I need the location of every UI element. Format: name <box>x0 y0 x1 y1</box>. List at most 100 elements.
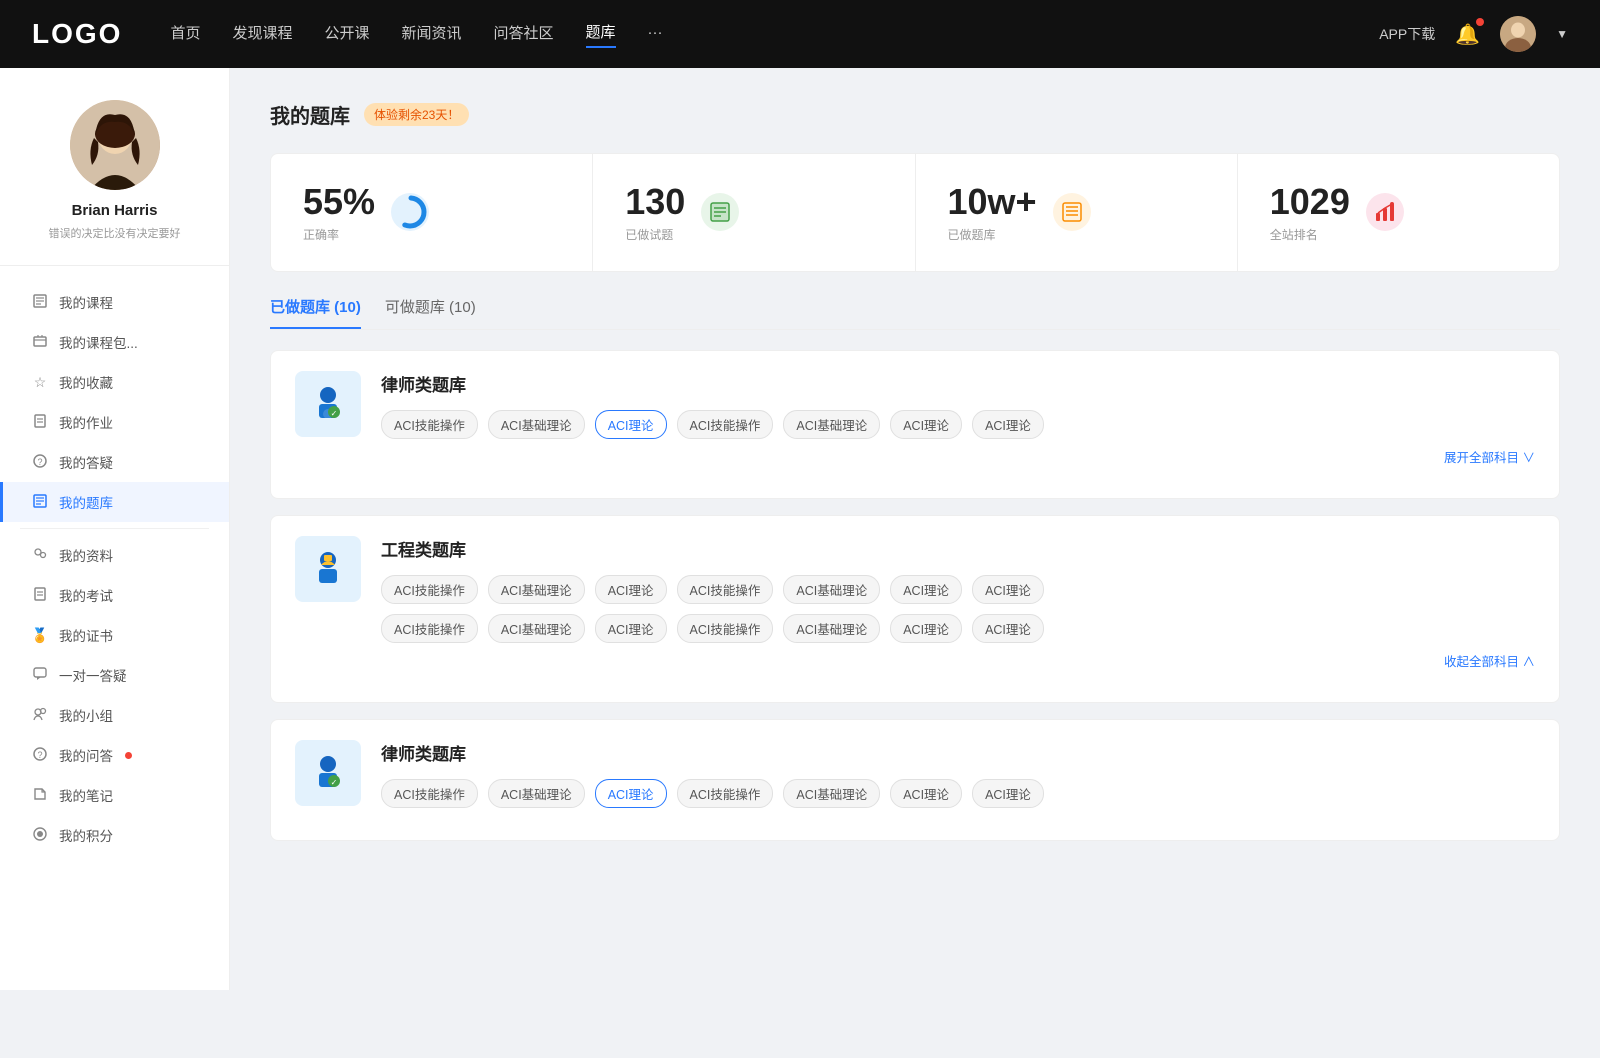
user-motto: 错误的决定比没有决定要好 <box>49 225 181 241</box>
sidebar-item-one-on-one[interactable]: 一对一答疑 <box>0 655 229 695</box>
nav-more[interactable]: ··· <box>648 24 663 45</box>
tag-5[interactable]: ACI理论 <box>890 779 962 808</box>
tag-1[interactable]: ACI基础理论 <box>488 614 585 643</box>
tag-6[interactable]: ACI理论 <box>972 410 1044 439</box>
stat-site-rank: 1029 全站排名 <box>1238 154 1559 271</box>
main-content: 我的题库 体验剩余23天！ 55% 正确率 130 <box>230 68 1600 990</box>
user-name: Brian Harris <box>72 202 158 219</box>
sidebar-item-my-group[interactable]: 我的小组 <box>0 695 229 735</box>
tag-5[interactable]: ACI理论 <box>890 575 962 604</box>
sidebar-item-course-package[interactable]: 我的课程包... <box>0 322 229 362</box>
sidebar-item-my-course[interactable]: 我的课程 <box>0 282 229 322</box>
qbank-header-3: ✓ 律师类题库 ACI技能操作 ACI基础理论 ACI理论 ACI技能操作 AC… <box>295 740 1535 808</box>
tags-row-2b: ACI技能操作 ACI基础理论 ACI理论 ACI技能操作 ACI基础理论 AC… <box>381 614 1535 643</box>
notification-bell[interactable]: 🔔 <box>1455 22 1480 47</box>
tab-done-banks[interactable]: 已做题库 (10) <box>270 296 361 329</box>
sidebar-item-my-exam[interactable]: 我的考试 <box>0 575 229 615</box>
sidebar-label: 一对一答疑 <box>59 665 127 685</box>
star-icon: ☆ <box>31 374 49 391</box>
logo[interactable]: LOGO <box>32 18 122 50</box>
expand-link-1[interactable]: 展开全部科目 ∨ <box>381 447 1535 466</box>
collapse-link-2[interactable]: 收起全部科目 ∧ <box>381 651 1535 670</box>
tag-0[interactable]: ACI技能操作 <box>381 575 478 604</box>
sidebar-avatar <box>70 100 160 190</box>
tag-1[interactable]: ACI基础理论 <box>488 410 585 439</box>
stat-text: 55% 正确率 <box>303 182 375 243</box>
page-header: 我的题库 体验剩余23天！ <box>270 100 1560 129</box>
tags-row-3: ACI技能操作 ACI基础理论 ACI理论 ACI技能操作 ACI基础理论 AC… <box>381 779 1535 808</box>
avatar-image <box>1500 16 1536 52</box>
svg-text:?: ? <box>37 750 42 760</box>
course-icon <box>31 294 49 311</box>
tag-1[interactable]: ACI基础理论 <box>488 779 585 808</box>
tag-2[interactable]: ACI理论 <box>595 410 667 439</box>
tag-3[interactable]: ACI技能操作 <box>677 575 774 604</box>
tab-available-banks[interactable]: 可做题库 (10) <box>385 296 476 329</box>
app-download-link[interactable]: APP下载 <box>1379 24 1435 44</box>
page-title: 我的题库 <box>270 100 350 129</box>
tag-5[interactable]: ACI理论 <box>890 614 962 643</box>
tag-4[interactable]: ACI基础理论 <box>783 614 880 643</box>
stat-label: 全站排名 <box>1270 226 1350 243</box>
svg-text:✓: ✓ <box>331 409 338 418</box>
tag-0[interactable]: ACI技能操作 <box>381 410 478 439</box>
tag-6[interactable]: ACI理论 <box>972 614 1044 643</box>
tags-row-2a: ACI技能操作 ACI基础理论 ACI理论 ACI技能操作 ACI基础理论 AC… <box>381 575 1535 604</box>
sidebar-item-my-notes[interactable]: 我的笔记 <box>0 775 229 815</box>
tag-4[interactable]: ACI基础理论 <box>783 410 880 439</box>
group-icon <box>31 707 49 724</box>
tag-0[interactable]: ACI技能操作 <box>381 614 478 643</box>
avatar-image-large <box>70 100 160 190</box>
nav-news[interactable]: 新闻资讯 <box>402 22 462 47</box>
tag-5[interactable]: ACI理论 <box>890 410 962 439</box>
stats-row: 55% 正确率 130 已做试题 <box>270 153 1560 272</box>
main-nav: 首页 发现课程 公开课 新闻资讯 问答社区 题库 ··· <box>170 21 1379 48</box>
sidebar-item-my-cert[interactable]: 🏅 我的证书 <box>0 615 229 655</box>
tag-4[interactable]: ACI基础理论 <box>783 779 880 808</box>
tag-2[interactable]: ACI理论 <box>595 614 667 643</box>
tags-row-1: ACI技能操作 ACI基础理论 ACI理论 ACI技能操作 ACI基础理论 AC… <box>381 410 1535 439</box>
sidebar: Brian Harris 错误的决定比没有决定要好 我的课程 我的课程包... … <box>0 68 230 990</box>
nav-discover[interactable]: 发现课程 <box>232 22 292 47</box>
header: LOGO 首页 发现课程 公开课 新闻资讯 问答社区 题库 ··· APP下载 … <box>0 0 1600 68</box>
stat-text: 130 已做试题 <box>625 182 685 243</box>
user-avatar[interactable] <box>1500 16 1536 52</box>
sidebar-label: 我的课程包... <box>59 332 138 352</box>
exam-icon <box>31 587 49 604</box>
sidebar-item-qa[interactable]: ? 我的答疑 <box>0 442 229 482</box>
tag-2[interactable]: ACI理论 <box>595 575 667 604</box>
qbank-body-1: 律师类题库 ACI技能操作 ACI基础理论 ACI理论 ACI技能操作 ACI基… <box>381 371 1535 466</box>
stat-label: 已做题库 <box>948 226 1037 243</box>
tag-4[interactable]: ACI基础理论 <box>783 575 880 604</box>
nav-qbank[interactable]: 题库 <box>586 21 616 48</box>
tag-1[interactable]: ACI基础理论 <box>488 575 585 604</box>
qbank-card-3: ✓ 律师类题库 ACI技能操作 ACI基础理论 ACI理论 ACI技能操作 AC… <box>270 719 1560 841</box>
sidebar-item-my-question[interactable]: ? 我的问答 <box>0 735 229 775</box>
stat-icon-newspaper <box>1053 193 1091 231</box>
user-dropdown-icon[interactable]: ▼ <box>1556 27 1568 41</box>
tag-2[interactable]: ACI理论 <box>595 779 667 808</box>
sidebar-item-my-qbank[interactable]: 我的题库 <box>0 482 229 522</box>
nav-qa[interactable]: 问答社区 <box>494 22 554 47</box>
sidebar-label: 我的资料 <box>59 545 113 565</box>
tag-6[interactable]: ACI理论 <box>972 575 1044 604</box>
nav-home[interactable]: 首页 <box>170 22 200 47</box>
tag-0[interactable]: ACI技能操作 <box>381 779 478 808</box>
homework-icon <box>31 414 49 431</box>
qbank-card-2: 工程类题库 ACI技能操作 ACI基础理论 ACI理论 ACI技能操作 ACI基… <box>270 515 1560 703</box>
tag-3[interactable]: ACI技能操作 <box>677 779 774 808</box>
tag-3[interactable]: ACI技能操作 <box>677 614 774 643</box>
sidebar-label: 我的题库 <box>59 492 113 512</box>
stat-correct-rate: 55% 正确率 <box>271 154 593 271</box>
qbank-body-3: 律师类题库 ACI技能操作 ACI基础理论 ACI理论 ACI技能操作 ACI基… <box>381 740 1535 808</box>
sidebar-item-my-points[interactable]: 我的积分 <box>0 815 229 855</box>
stat-value: 130 <box>625 182 685 222</box>
qbank-icon-engineer <box>295 536 361 602</box>
trial-badge: 体验剩余23天！ <box>364 103 469 126</box>
tag-3[interactable]: ACI技能操作 <box>677 410 774 439</box>
nav-open-course[interactable]: 公开课 <box>324 22 369 47</box>
tag-6[interactable]: ACI理论 <box>972 779 1044 808</box>
sidebar-item-my-data[interactable]: 我的资料 <box>0 535 229 575</box>
sidebar-item-favorites[interactable]: ☆ 我的收藏 <box>0 362 229 402</box>
sidebar-item-homework[interactable]: 我的作业 <box>0 402 229 442</box>
